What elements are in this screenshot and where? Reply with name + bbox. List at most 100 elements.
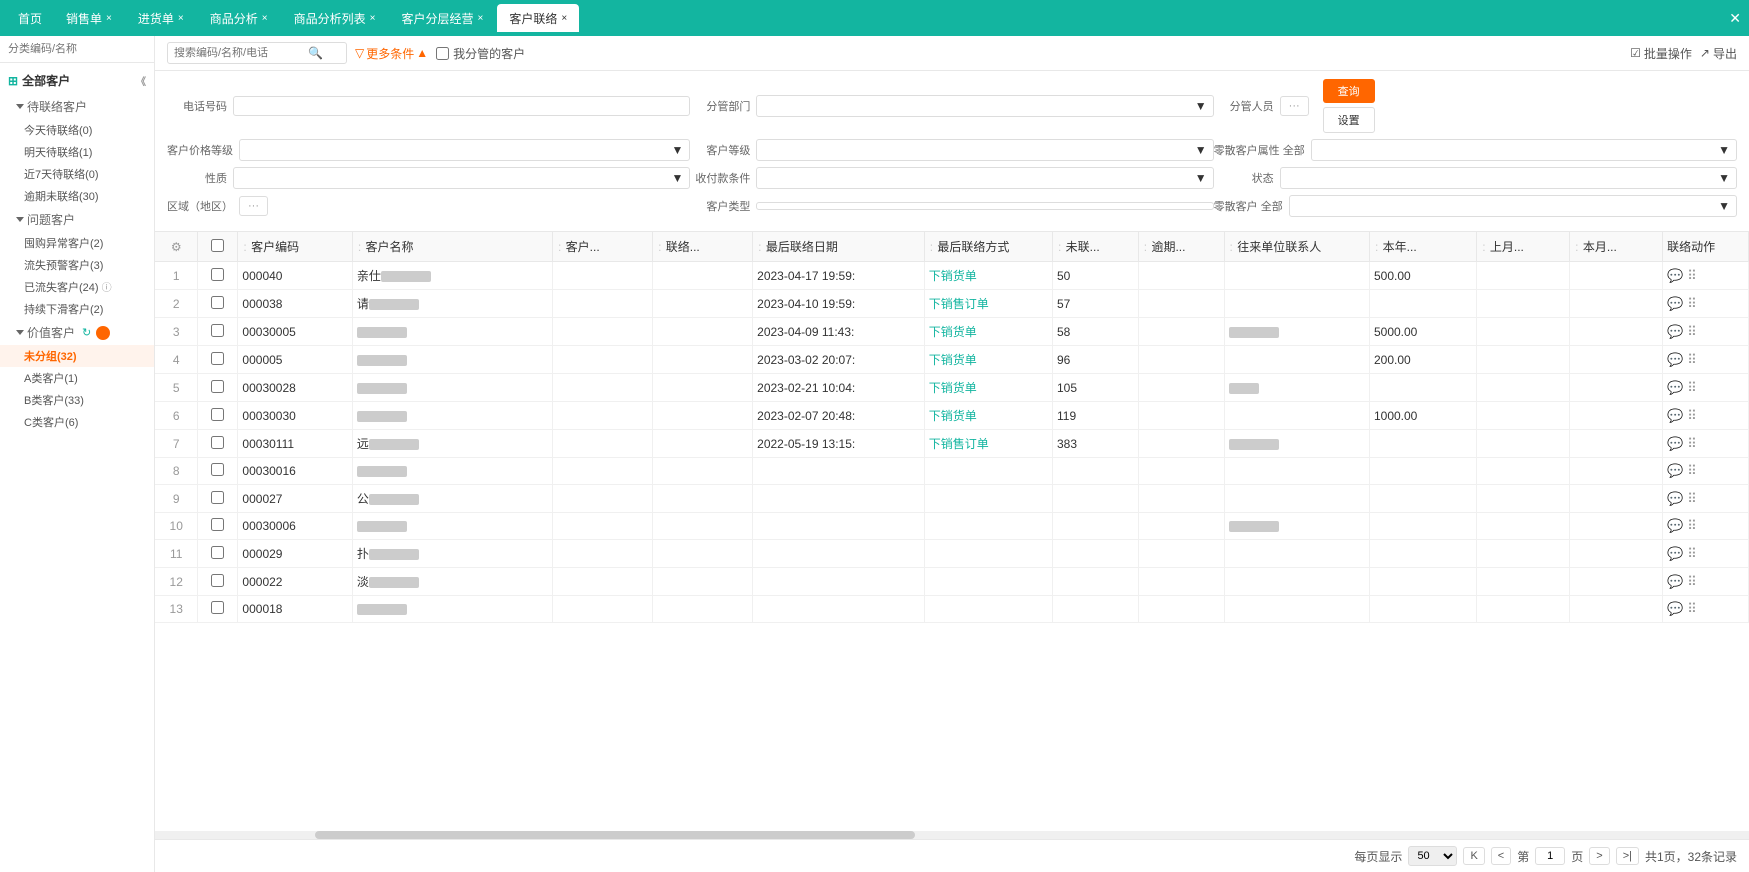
search-icon[interactable]: 🔍 [308,46,323,60]
row-checkbox[interactable] [211,296,224,309]
row-check[interactable] [198,458,238,485]
more-icon[interactable]: ⠿ [1687,268,1697,284]
row-checkbox[interactable] [211,408,224,421]
scrollbar-thumb[interactable] [315,831,915,839]
last-way-link[interactable]: 下销货单 [929,325,977,339]
row-check[interactable] [198,596,238,623]
nav-tab-analysis[interactable]: 商品分析 × [198,4,280,32]
sidebar-all-customers[interactable]: ⊞ 全部客户 《 [0,67,154,94]
chat-icon[interactable]: 💬 [1667,352,1683,368]
per-page-select[interactable]: 50 20 100 [1408,846,1457,866]
filter-price-level-select[interactable]: ▼ [239,139,690,161]
select-all-checkbox[interactable] [211,239,224,252]
next-page-btn[interactable]: > [1589,847,1609,865]
chat-icon[interactable]: 💬 [1667,518,1683,534]
chat-icon[interactable]: 💬 [1667,268,1683,284]
more-icon[interactable]: ⠿ [1687,436,1697,452]
sidebar-item-a-class[interactable]: A类客户(1) [0,367,154,389]
nav-tab-purchase[interactable]: 进货单 × [126,4,196,32]
sidebar-group-problem[interactable]: 问题客户 [0,207,154,232]
nav-tab-customer-contact-close[interactable]: × [561,13,567,24]
th-check[interactable] [198,232,238,262]
last-way-link[interactable]: 下销售订单 [929,297,989,311]
row-checkbox[interactable] [211,463,224,476]
chat-icon[interactable]: 💬 [1667,436,1683,452]
last-way-link[interactable]: 下销货单 [929,381,977,395]
sidebar-item-c-class[interactable]: C类客户(6) [0,411,154,433]
more-icon[interactable]: ⠿ [1687,518,1697,534]
chat-icon[interactable]: 💬 [1667,491,1683,507]
row-check[interactable] [198,346,238,374]
row-checkbox[interactable] [211,324,224,337]
nav-tab-customer-tier[interactable]: 客户分层经营 × [389,4,495,32]
row-check[interactable] [198,485,238,513]
sidebar-item-churn-warn[interactable]: 流失预警客户(3) [0,254,154,276]
row-check[interactable] [198,513,238,540]
sidebar-search-input[interactable] [8,43,150,55]
chat-icon[interactable]: 💬 [1667,380,1683,396]
filter-person-dots[interactable]: ··· [1280,96,1309,116]
nav-tab-analysis-list[interactable]: 商品分析列表 × [282,4,388,32]
last-way-link[interactable]: 下销货单 [929,353,977,367]
chat-icon[interactable]: 💬 [1667,546,1683,562]
more-icon[interactable]: ⠿ [1687,324,1697,340]
filter-region-dots[interactable]: ··· [239,196,268,216]
more-icon[interactable]: ⠿ [1687,408,1697,424]
prev-page-btn[interactable]: < [1491,847,1511,865]
row-check[interactable] [198,568,238,596]
more-icon[interactable]: ⠿ [1687,380,1697,396]
filter-customer-level-select[interactable]: ▼ [756,139,1213,161]
sidebar-item-declining[interactable]: 持续下滑客户(2) [0,298,154,320]
filter-payment-select[interactable]: ▼ [756,167,1213,189]
settings-icon[interactable]: ⚙ [171,240,182,254]
row-checkbox[interactable] [211,491,224,504]
more-icon[interactable]: ⠿ [1687,546,1697,562]
sidebar-group-value[interactable]: 价值客户 ↻ [0,320,154,345]
more-icon[interactable]: ⠿ [1687,601,1697,617]
sidebar-item-overdue[interactable]: 逾期未联络(30) [0,185,154,207]
row-check[interactable] [198,430,238,458]
reset-button[interactable]: 设置 [1323,107,1375,133]
row-checkbox[interactable] [211,380,224,393]
row-checkbox[interactable] [211,574,224,587]
refresh-icon[interactable]: ↻ [82,326,91,339]
sidebar-item-churned[interactable]: 已流失客户(24) ⓘ [0,276,154,298]
filter-nature-select[interactable]: ▼ [233,167,690,189]
page-number-input[interactable] [1535,847,1565,865]
search-input[interactable] [174,47,304,59]
chat-icon[interactable]: 💬 [1667,601,1683,617]
nav-home[interactable]: 首页 [8,10,52,27]
window-close-button[interactable]: ✕ [1729,10,1741,27]
last-page-btn[interactable]: >| [1616,847,1639,865]
nav-tab-analysis-close[interactable]: × [262,13,268,24]
more-icon[interactable]: ⠿ [1687,463,1697,479]
row-checkbox[interactable] [211,546,224,559]
last-way-link[interactable]: 下销货单 [929,269,977,283]
more-icon[interactable]: ⠿ [1687,491,1697,507]
row-checkbox[interactable] [211,518,224,531]
sidebar-group-pending[interactable]: 待联络客户 [0,94,154,119]
filter-dept-select[interactable]: ▼ [756,95,1213,117]
nav-tab-customer-contact[interactable]: 客户联络 × [497,4,579,32]
sidebar-item-7days[interactable]: 近7天待联络(0) [0,163,154,185]
nav-tab-analysis-list-close[interactable]: × [370,13,376,24]
more-icon[interactable]: ⠿ [1687,574,1697,590]
my-customer-checkbox[interactable] [436,47,449,60]
chat-icon[interactable]: 💬 [1667,574,1683,590]
row-check[interactable] [198,318,238,346]
row-check[interactable] [198,262,238,290]
horizontal-scrollbar[interactable] [155,831,1749,839]
last-way-link[interactable]: 下销售订单 [929,437,989,451]
filter-sparse-attr-select[interactable]: ▼ [1311,139,1737,161]
more-conditions-btn[interactable]: ▽ 更多条件 ▲ [355,45,428,62]
more-icon[interactable]: ⠿ [1687,296,1697,312]
filter-phone-input[interactable] [233,96,690,116]
sidebar-item-abnormal[interactable]: 囤购异常客户(2) [0,232,154,254]
last-way-link[interactable]: 下销货单 [929,409,977,423]
first-page-btn[interactable]: K [1463,847,1484,865]
nav-tab-sales[interactable]: 销售单 × [54,4,124,32]
row-checkbox[interactable] [211,268,224,281]
th-settings[interactable]: ⚙ [155,232,198,262]
export-btn[interactable]: ↗ 导出 [1700,45,1737,62]
filter-customer-type-select[interactable] [756,202,1213,210]
